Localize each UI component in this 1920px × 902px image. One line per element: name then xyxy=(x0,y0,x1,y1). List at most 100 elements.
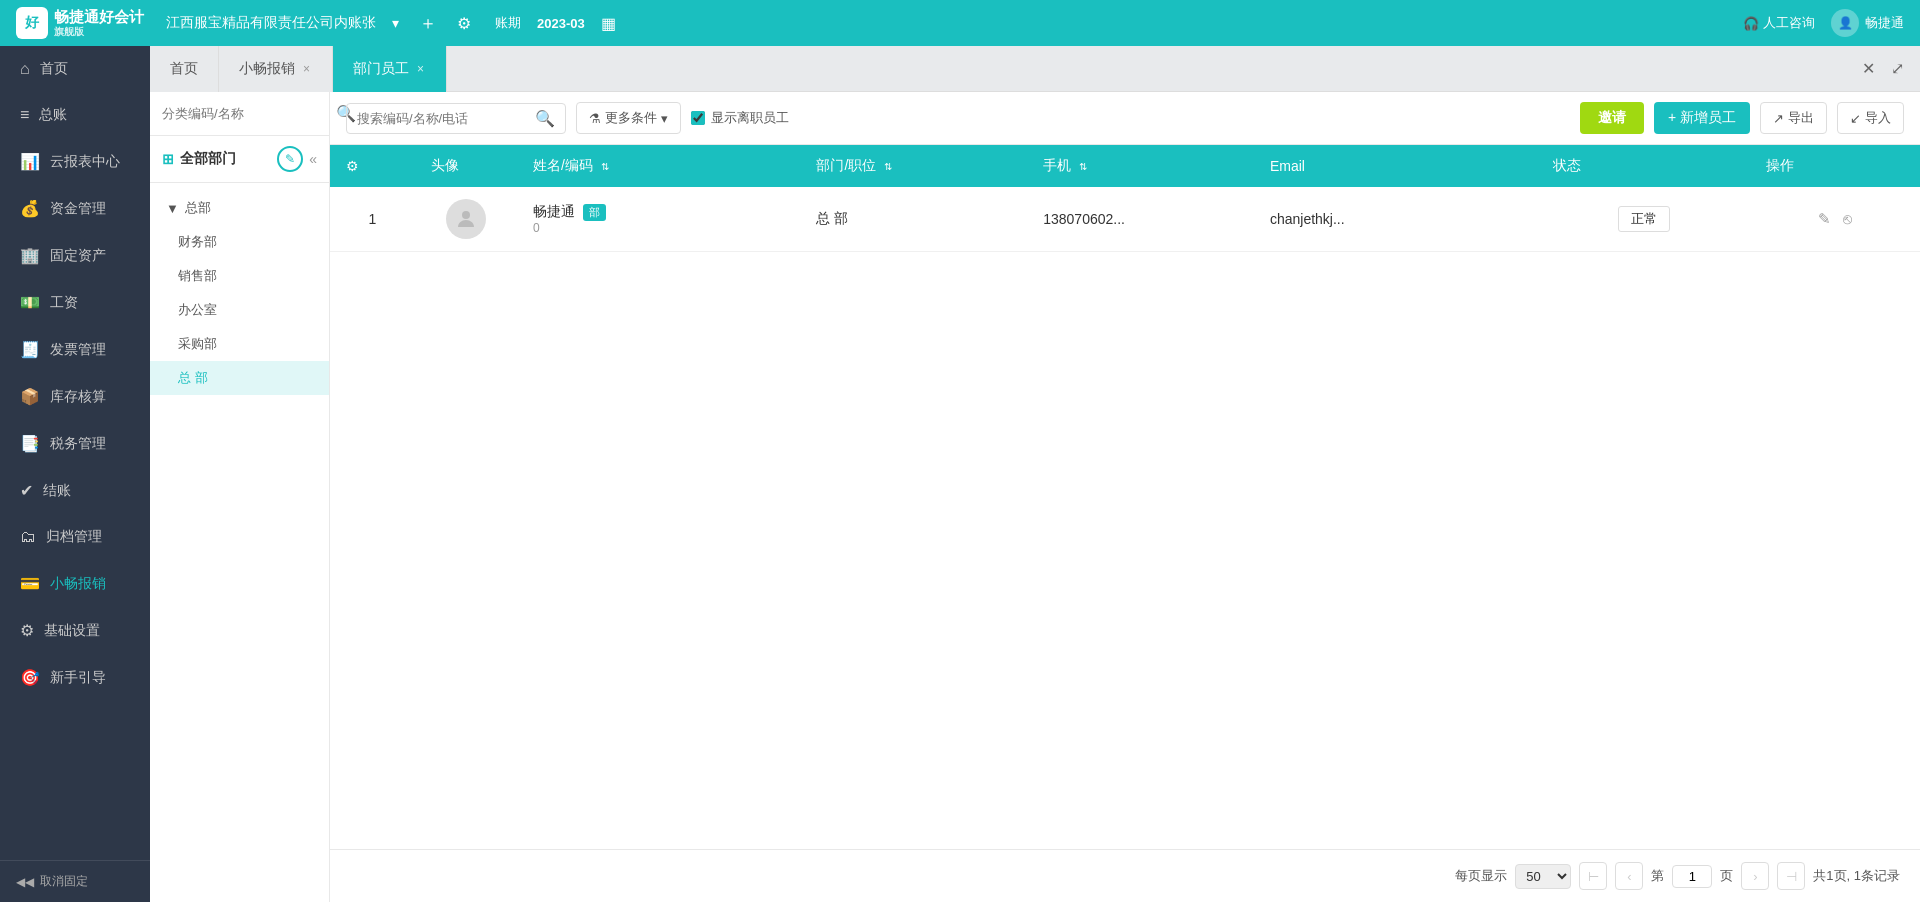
more-filter-button[interactable]: ⚗ 更多条件 ▾ xyxy=(576,102,681,134)
tab-dept-emp-close[interactable]: × xyxy=(415,60,426,78)
first-page-button[interactable]: ⊢ xyxy=(1579,862,1607,890)
sidebar-item-settings[interactable]: ⚙ 基础设置 xyxy=(0,607,150,654)
dept-node-label: 总 部 xyxy=(178,369,208,387)
archive-icon: 🗂 xyxy=(20,528,36,546)
dept-node-general[interactable]: 总 部 xyxy=(150,361,329,395)
employee-avatar xyxy=(446,199,486,239)
dept-badge: 部 xyxy=(583,204,606,221)
assets-icon: 🏢 xyxy=(20,246,40,265)
ledger-icon: ≡ xyxy=(20,106,29,124)
table-settings-icon[interactable]: ⚙ xyxy=(346,158,359,174)
col-dept-header[interactable]: 部门/职位 ⇅ xyxy=(800,145,1027,187)
sidebar-item-guide[interactable]: 🎯 新手引导 xyxy=(0,654,150,701)
sidebar-item-label: 总账 xyxy=(39,106,67,124)
col-avatar-header: 头像 xyxy=(415,145,517,187)
sidebar-item-tax[interactable]: 📑 税务管理 xyxy=(0,420,150,467)
cancel-fixed-button[interactable]: ◀◀ 取消固定 xyxy=(0,860,150,902)
tab-close-all-button[interactable]: ✕ xyxy=(1858,55,1879,82)
dept-node-finance[interactable]: 财务部 xyxy=(150,225,329,259)
export-button[interactable]: ↗ 导出 xyxy=(1760,102,1827,134)
row-name-cell: 畅捷通 部 0 xyxy=(517,187,800,252)
dept-collapse-button[interactable]: « xyxy=(309,151,317,167)
tab-expense-close[interactable]: × xyxy=(301,60,312,78)
sidebar-item-invoice[interactable]: 🧾 发票管理 xyxy=(0,326,150,373)
sidebar-item-archive[interactable]: 🗂 归档管理 xyxy=(0,514,150,560)
tab-expand-button[interactable]: ⤢ xyxy=(1887,55,1908,82)
invite-button[interactable]: 邀请 xyxy=(1580,102,1644,134)
sidebar-item-home[interactable]: ⌂ 首页 xyxy=(0,46,150,92)
sidebar-item-ledger[interactable]: ≡ 总账 xyxy=(0,92,150,138)
sidebar-item-inventory[interactable]: 📦 库存核算 xyxy=(0,373,150,420)
period-label: 账期 xyxy=(495,14,521,32)
user-area[interactable]: 👤 畅捷通 xyxy=(1831,9,1904,37)
filter-icon: ⚗ xyxy=(589,111,601,126)
add-employee-button[interactable]: + 新增员工 xyxy=(1654,102,1750,134)
logo-area: 好 畅捷通好会计 旗舰版 xyxy=(16,7,146,39)
page-size-select[interactable]: 50 10 20 100 xyxy=(1515,864,1571,889)
dept-node-purchase[interactable]: 采购部 xyxy=(150,327,329,361)
col-name-header[interactable]: 姓名/编码 ⇅ xyxy=(517,145,800,187)
dept-grid-icon: ⊞ xyxy=(162,151,174,167)
support-button[interactable]: 🎧 人工咨询 xyxy=(1743,14,1815,32)
tab-dept-emp[interactable]: 部门员工 × xyxy=(333,46,447,92)
show-resigned-checkbox-wrap[interactable]: 显示离职员工 xyxy=(691,109,789,127)
row-status-cell: 正常 xyxy=(1537,187,1750,252)
content-area: 首页 小畅报销 × 部门员工 × ✕ ⤢ 🔍 xyxy=(150,46,1920,902)
employee-dept: 总 部 xyxy=(816,210,848,226)
closing-icon: ✔ xyxy=(20,481,33,500)
logout-employee-button[interactable]: ⎋ xyxy=(1843,210,1852,228)
page-size-label: 每页显示 xyxy=(1455,867,1507,885)
tax-icon: 📑 xyxy=(20,434,40,453)
sidebar-item-expense[interactable]: 💳 小畅报销 xyxy=(0,560,150,607)
page-number-input[interactable] xyxy=(1672,865,1712,888)
dept-node-label: 办公室 xyxy=(178,301,217,319)
dept-node-sales[interactable]: 销售部 xyxy=(150,259,329,293)
dept-edit-button[interactable]: ✎ xyxy=(277,146,303,172)
col-email-header: Email xyxy=(1254,145,1537,187)
next-page-button[interactable]: › xyxy=(1741,862,1769,890)
home-icon: ⌂ xyxy=(20,60,30,78)
total-info: 共1页, 1条记录 xyxy=(1813,867,1900,885)
col-status-header: 状态 xyxy=(1537,145,1750,187)
row-email-cell: chanjethkj... xyxy=(1254,187,1537,252)
sidebar-item-reports[interactable]: 📊 云报表中心 xyxy=(0,138,150,185)
edit-employee-button[interactable]: ✎ xyxy=(1818,210,1831,228)
capital-icon: 💰 xyxy=(20,199,40,218)
tab-expense-label: 小畅报销 xyxy=(239,60,295,78)
sidebar-item-salary[interactable]: 💵 工资 xyxy=(0,279,150,326)
invite-label: 邀请 xyxy=(1598,109,1626,125)
dept-tree: ▼ 总部 财务部 销售部 办公室 采购部 xyxy=(150,183,329,902)
col-phone-header[interactable]: 手机 ⇅ xyxy=(1027,145,1254,187)
employee-panel: 🔍 ⚗ 更多条件 ▾ 显示离职员工 邀请 xyxy=(330,92,1920,902)
emp-search-icon[interactable]: 🔍 xyxy=(535,109,555,128)
company-dropdown-button[interactable]: ▾ xyxy=(388,11,403,35)
row-no: 1 xyxy=(330,187,415,252)
tab-home[interactable]: 首页 xyxy=(150,46,219,92)
dept-node-office[interactable]: 办公室 xyxy=(150,293,329,327)
dept-node-hq[interactable]: ▼ 总部 xyxy=(150,191,329,225)
settings-button[interactable]: ⚙ xyxy=(453,10,475,37)
add-company-button[interactable]: ＋ xyxy=(415,7,441,39)
show-resigned-checkbox[interactable] xyxy=(691,111,705,125)
prev-page-button[interactable]: ‹ xyxy=(1615,862,1643,890)
last-page-button[interactable]: ⊣ xyxy=(1777,862,1805,890)
sidebar-item-assets[interactable]: 🏢 固定资产 xyxy=(0,232,150,279)
sidebar-item-capital[interactable]: 💰 资金管理 xyxy=(0,185,150,232)
cancel-fixed-label: 取消固定 xyxy=(40,873,88,890)
dept-search-area: 🔍 xyxy=(150,92,329,136)
employee-code: 0 xyxy=(533,221,784,235)
sidebar-item-closing[interactable]: ✔ 结账 xyxy=(0,467,150,514)
page-content: 🔍 ⊞ 全部部门 ✎ « ▼ 总部 xyxy=(150,92,1920,902)
emp-toolbar: 🔍 ⚗ 更多条件 ▾ 显示离职员工 邀请 xyxy=(330,92,1920,145)
tab-expense[interactable]: 小畅报销 × xyxy=(219,46,333,92)
sidebar-item-label: 固定资产 xyxy=(50,247,106,265)
page-no-label: 第 xyxy=(1651,867,1664,885)
sidebar: ⌂ 首页 ≡ 总账 📊 云报表中心 💰 资金管理 🏢 固定资产 💵 工资 🧾 发… xyxy=(0,46,150,902)
phone-sort-icon: ⇅ xyxy=(1079,161,1087,172)
calendar-icon[interactable]: ▦ xyxy=(601,14,616,33)
dept-search-input[interactable] xyxy=(162,106,330,121)
import-button[interactable]: ↙ 导入 xyxy=(1837,102,1904,134)
sidebar-item-label: 新手引导 xyxy=(50,669,106,687)
emp-search-input[interactable] xyxy=(357,111,529,126)
more-filter-label: 更多条件 xyxy=(605,109,657,127)
